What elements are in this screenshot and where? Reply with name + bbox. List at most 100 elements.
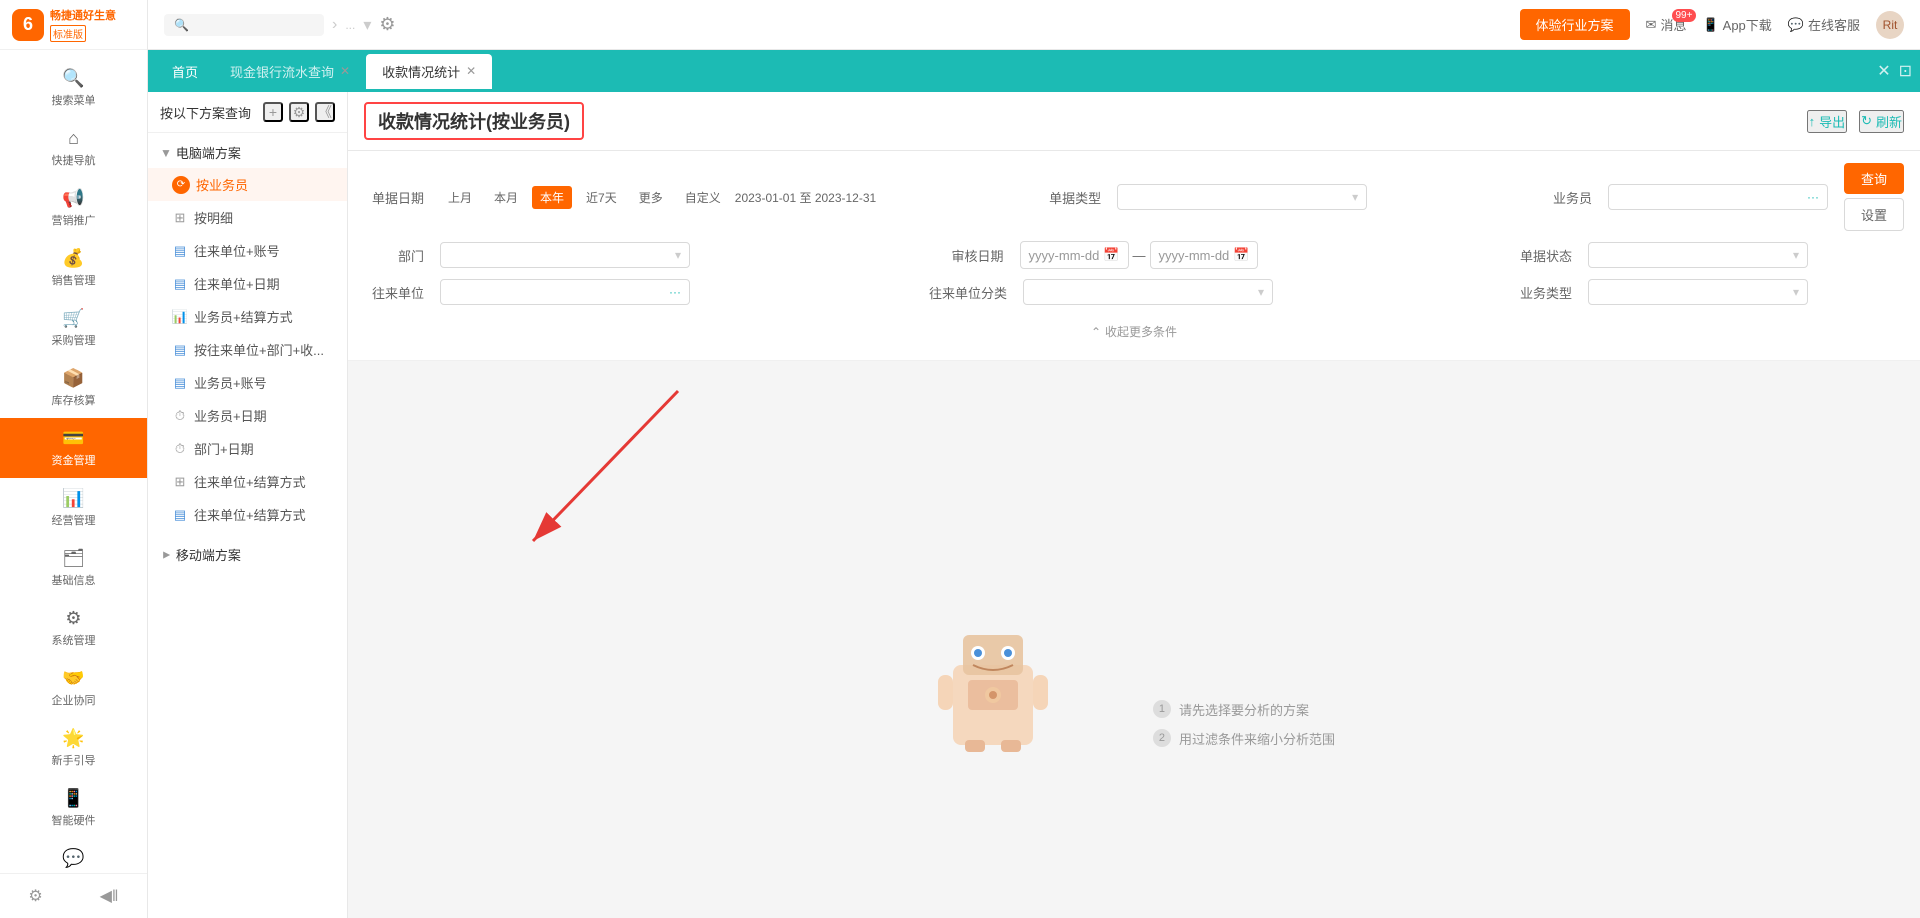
salesman-select[interactable]: ··· xyxy=(1608,184,1828,210)
online-service-btn[interactable]: 💬 在线客服 xyxy=(1788,15,1860,34)
dept-select[interactable]: ▾ xyxy=(440,242,690,268)
date-btn-more[interactable]: 更多 xyxy=(631,186,671,209)
sidebar-item-purchase[interactable]: 🛒 采购管理 xyxy=(0,298,147,358)
sidebar-item-enterprise[interactable]: 🤝 企业协同 xyxy=(0,658,147,718)
scheme-item-unit-settle2[interactable]: ▤ 往来单位+结算方式 xyxy=(148,498,347,531)
scheme-item-by-salesman[interactable]: ⟳ 按业务员 xyxy=(148,168,347,201)
doc-type-select[interactable]: ▾ xyxy=(1117,184,1367,210)
scheme-add-btn[interactable]: + xyxy=(263,102,283,122)
sidebar-item-wechat[interactable]: 💬 企业微信 xyxy=(0,838,147,873)
doc-status-select[interactable]: ▾ xyxy=(1588,242,1808,268)
refresh-icon: ↻ xyxy=(1861,113,1872,129)
scheme-item-unit-date[interactable]: ▤ 往来单位+日期 xyxy=(148,267,347,300)
sidebar-item-nav[interactable]: ⌂ 快捷导航 xyxy=(0,118,147,178)
sidebar-collapse-icon[interactable]: ◀‖ xyxy=(100,886,119,906)
unit-select[interactable]: ··· xyxy=(440,279,690,305)
date-btn-7days[interactable]: 近7天 xyxy=(578,186,625,209)
sidebar-item-basic[interactable]: 🗂 基础信息 xyxy=(0,538,147,598)
by-salesman-label: 按业务员 xyxy=(196,175,248,194)
topbar-search[interactable]: 🔍 xyxy=(164,14,324,36)
salesman-label: 业务员 xyxy=(1532,188,1592,207)
collapse-bar[interactable]: ⌃ 收起更多条件 xyxy=(364,315,1904,348)
step-2-text: 用过滤条件来缩小分析范围 xyxy=(1179,729,1335,748)
scheme-item-salesman-account[interactable]: ▤ 业务员+账号 xyxy=(148,366,347,399)
app-download-btn[interactable]: 📱 App下载 xyxy=(1702,15,1771,34)
by-detail-label: 按明细 xyxy=(194,208,233,227)
tab-receipt[interactable]: 收款情况统计 ✕ xyxy=(366,54,492,89)
date-btn-this-month[interactable]: 本月 xyxy=(486,186,526,209)
sidebar-bottom: ⚙ ◀‖ xyxy=(0,873,147,918)
basic-nav-icon: 🗂 xyxy=(62,548,85,569)
messages-btn[interactable]: ✉ 消息 99+ xyxy=(1646,15,1687,34)
sidebar-item-sales[interactable]: 💰 销售管理 xyxy=(0,238,147,298)
empty-state: 1 请先选择要分析的方案 2 用过滤条件来缩小分析范围 xyxy=(348,361,1920,858)
tab-bank[interactable]: 现金银行流水查询 ✕ xyxy=(214,54,366,89)
review-date-label: 审核日期 xyxy=(944,246,1004,265)
collapse-icon: ⌃ xyxy=(1091,325,1101,339)
export-btn[interactable]: ↑ 导出 xyxy=(1807,110,1848,133)
tab-home[interactable]: 首页 xyxy=(156,54,214,89)
breadcrumb-dropdown-icon[interactable]: ▾ xyxy=(363,15,371,35)
empty-step-1: 1 请先选择要分析的方案 xyxy=(1153,700,1335,719)
unit-category-dropdown-icon: ▾ xyxy=(1258,285,1264,299)
sidebar-item-guide[interactable]: 🌟 新手引导 xyxy=(0,718,147,778)
sidebar-item-system[interactable]: ⚙ 系统管理 xyxy=(0,598,147,658)
empty-step-2: 2 用过滤条件来缩小分析范围 xyxy=(1153,729,1335,748)
settings-btn[interactable]: 设置 xyxy=(1844,198,1904,231)
date-btn-last-month[interactable]: 上月 xyxy=(440,186,480,209)
unit-more-icon[interactable]: ··· xyxy=(669,285,681,299)
scheme-panel-header: 按以下方案查询 + ⚙ 《 xyxy=(148,92,347,133)
unit-category-select[interactable]: ▾ xyxy=(1023,279,1273,305)
guide-nav-label: 新手引导 xyxy=(52,752,96,768)
sidebar-item-operations[interactable]: 📊 经营管理 xyxy=(0,478,147,538)
unit-settle2-label: 往来单位+结算方式 xyxy=(194,505,306,524)
review-date-end[interactable]: yyyy-mm-dd 📅 xyxy=(1150,241,1259,269)
scheme-item-unit-dept[interactable]: ▤ 按往来单位+部门+收... xyxy=(148,333,347,366)
bank-tab-close-icon[interactable]: ✕ xyxy=(340,64,350,78)
sidebar-item-marketing[interactable]: 📢 营销推广 xyxy=(0,178,147,238)
topbar-settings-icon[interactable]: ⚙ xyxy=(379,14,395,35)
search-icon: 🔍 xyxy=(174,18,189,32)
date-btn-custom[interactable]: 自定义 xyxy=(677,186,729,209)
review-date-start[interactable]: yyyy-mm-dd 📅 xyxy=(1020,241,1129,269)
refresh-btn[interactable]: ↻ 刷新 xyxy=(1859,110,1904,133)
scheme-item-salesman-date[interactable]: ⏱ 业务员+日期 xyxy=(148,399,347,432)
scheme-item-unit-account[interactable]: ▤ 往来单位+账号 xyxy=(148,234,347,267)
empty-steps: 1 请先选择要分析的方案 2 用过滤条件来缩小分析范围 xyxy=(1153,700,1335,758)
scheme-collapse-btn[interactable]: 《 xyxy=(315,102,335,122)
sidebar-item-hardware[interactable]: 📱 智能硬件 xyxy=(0,778,147,838)
sidebar-item-inventory[interactable]: 📦 库存核算 xyxy=(0,358,147,418)
date-btn-this-year[interactable]: 本年 xyxy=(532,186,572,209)
right-content: 收款情况统计(按业务员) ↑ 导出 ↻ 刷新 xyxy=(348,92,1920,918)
mobile-group-arrow: ▼ xyxy=(159,549,173,561)
app-logo: 6 畅捷通好生意 标准版 xyxy=(0,0,147,50)
date-shortcut-group: 上月 本月 本年 近7天 更多 自定义 2023-01-01 至 2023-12… xyxy=(440,186,876,209)
scheme-mobile-group-title[interactable]: ▼ 移动端方案 xyxy=(148,539,347,570)
tab-expand-icon[interactable]: ⊡ xyxy=(1899,61,1912,81)
scheme-item-by-detail[interactable]: ⊞ 按明细 xyxy=(148,201,347,234)
trial-btn[interactable]: 体验行业方案 xyxy=(1520,9,1630,40)
search-nav-icon: 🔍 xyxy=(62,68,84,89)
biz-type-select[interactable]: ▾ xyxy=(1588,279,1808,305)
purchase-nav-icon: 🛒 xyxy=(62,308,84,329)
receipt-tab-close-icon[interactable]: ✕ xyxy=(466,64,476,78)
scheme-desktop-group: ▼ 电脑端方案 ⟳ 按业务员 ⊞ 按明细 ▤ 往来单位+账号 xyxy=(148,133,347,535)
page-header: 收款情况统计(按业务员) ↑ 导出 ↻ 刷新 xyxy=(348,92,1920,151)
query-btn[interactable]: 查询 xyxy=(1844,163,1904,194)
tab-close-all-icon[interactable]: ✕ xyxy=(1877,61,1890,81)
service-icon: 💬 xyxy=(1788,17,1804,33)
dept-date-label: 部门+日期 xyxy=(194,439,254,458)
sidebar-item-search[interactable]: 🔍 搜索菜单 xyxy=(0,58,147,118)
scheme-desktop-group-title[interactable]: ▼ 电脑端方案 xyxy=(148,137,347,168)
sidebar-item-finance[interactable]: 💳 资金管理 xyxy=(0,418,147,478)
scheme-item-dept-date[interactable]: ⏱ 部门+日期 xyxy=(148,432,347,465)
message-icon: ✉ xyxy=(1646,17,1657,33)
unit-date-icon: ▤ xyxy=(172,276,188,292)
scheme-item-salesman-settle[interactable]: 📊 业务员+结算方式 xyxy=(148,300,347,333)
user-avatar-area[interactable]: Rit xyxy=(1876,11,1904,39)
sidebar-settings-icon[interactable]: ⚙ xyxy=(28,886,42,906)
scheme-item-unit-settle1[interactable]: ⊞ 往来单位+结算方式 xyxy=(148,465,347,498)
salesman-more-icon[interactable]: ··· xyxy=(1807,190,1819,204)
scheme-settings-btn[interactable]: ⚙ xyxy=(289,102,309,122)
sales-nav-icon: 💰 xyxy=(62,248,84,269)
